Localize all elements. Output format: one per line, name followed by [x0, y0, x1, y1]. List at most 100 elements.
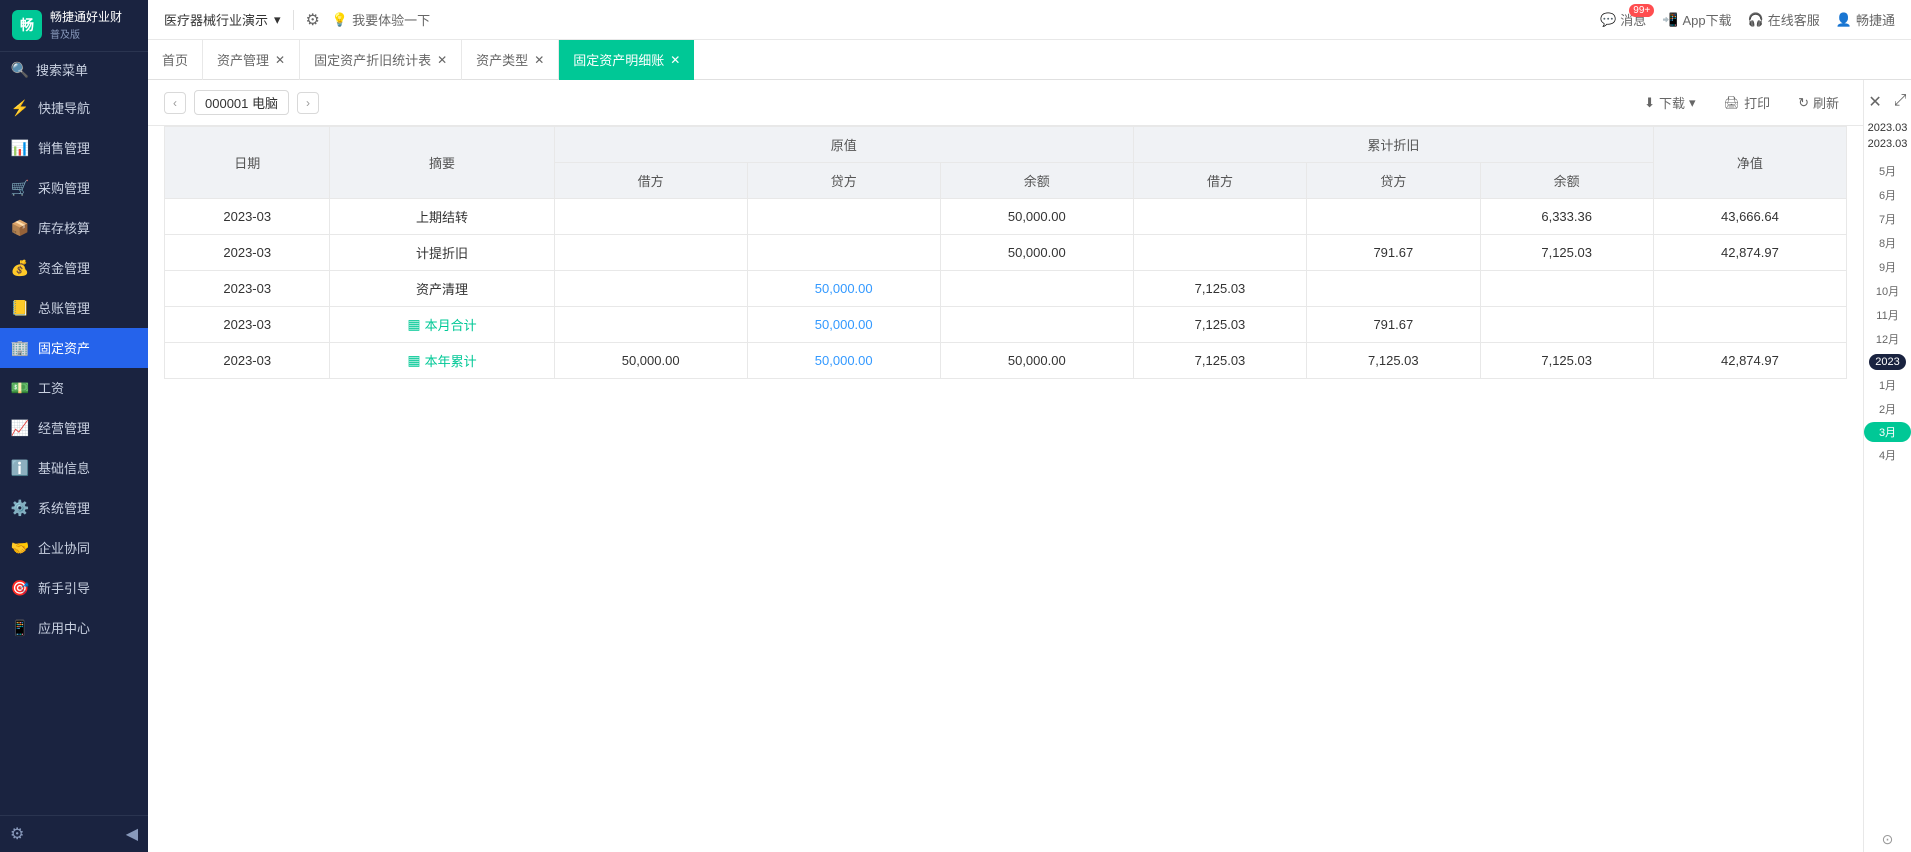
user-avatar[interactable]: 👤 畅捷通 — [1836, 10, 1895, 29]
experience-btn[interactable]: 💡 我要体验一下 — [332, 10, 430, 29]
col-orig-debit: 借方 — [554, 163, 747, 199]
ops-icon: 📈 — [10, 418, 30, 438]
cell-orig-debit — [554, 307, 747, 343]
tab-asset-mgmt[interactable]: 资产管理 ✕ — [203, 40, 300, 80]
col-acc-dep: 累计折旧 — [1133, 127, 1653, 163]
tab-depreciation-stat[interactable]: 固定资产折旧统计表 ✕ — [300, 40, 462, 80]
month-10[interactable]: 10月 — [1864, 280, 1911, 302]
tab-close-asset-type[interactable]: ✕ — [534, 53, 544, 67]
quick-nav-icon: ⚡ — [10, 98, 30, 118]
download-btn[interactable]: ⬇ 下载 ▾ — [1636, 89, 1703, 116]
month-2[interactable]: 2月 — [1864, 398, 1911, 420]
customer-service-btn[interactable]: 🎧 在线客服 — [1748, 10, 1820, 29]
cell-summary: ▦本年累计 — [330, 343, 554, 379]
month-4[interactable]: 4月 — [1864, 444, 1911, 466]
collapse-icon[interactable]: ◀ — [126, 824, 138, 844]
tab-asset-type[interactable]: 资产类型 ✕ — [462, 40, 559, 80]
tab-close-asset-detail[interactable]: ✕ — [670, 53, 680, 67]
sidebar-item-salary[interactable]: 💵 工资 — [0, 368, 148, 408]
company-name: 医疗器械行业演示 — [164, 10, 268, 29]
cell-orig-credit — [747, 235, 940, 271]
cell-orig-balance: 50,000.00 — [940, 235, 1133, 271]
panel-arrow-down[interactable]: ⊙ — [1878, 827, 1898, 852]
service-icon: 🎧 — [1748, 12, 1764, 28]
month-5[interactable]: 5月 — [1864, 160, 1911, 182]
sidebar-item-guide[interactable]: 🎯 新手引导 — [0, 568, 148, 608]
cell-acc-balance — [1480, 307, 1653, 343]
tab-asset-detail[interactable]: 固定资产明细账 ✕ — [559, 40, 694, 80]
sidebar-item-sales[interactable]: 📊 销售管理 — [0, 128, 148, 168]
cell-date: 2023-03 — [165, 307, 330, 343]
col-acc-credit: 贷方 — [1307, 163, 1480, 199]
panel-year-date1: 2023.03 — [1868, 120, 1908, 136]
prev-asset-btn[interactable]: ‹ — [164, 92, 186, 114]
print-btn[interactable]: 🖨 打印 — [1716, 89, 1779, 116]
month-9[interactable]: 9月 — [1864, 256, 1911, 278]
sidebar-item-app-center[interactable]: 📱 应用中心 — [0, 608, 148, 648]
sidebar-item-quick-nav[interactable]: ⚡ 快捷导航 — [0, 88, 148, 128]
panel-expand-btn[interactable]: ⤢ — [1890, 88, 1911, 116]
settings-bottom-icon[interactable]: ⚙ — [10, 824, 24, 844]
sidebar-item-basic-info[interactable]: ℹ️ 基础信息 — [0, 448, 148, 488]
right-panel: ✕ ⤢ 2023.03 2023.03 5月 6月 7月 8月 9月 10月 1… — [1863, 80, 1911, 852]
avatar-icon: 👤 — [1836, 12, 1852, 28]
cell-acc-credit: 791.67 — [1307, 235, 1480, 271]
sidebar-item-fixed-assets[interactable]: 🏢 固定资产 — [0, 328, 148, 368]
sidebar-item-enterprise[interactable]: 🤝 企业协同 — [0, 528, 148, 568]
cell-acc-debit: 7,125.03 — [1133, 343, 1306, 379]
company-selector[interactable]: 医疗器械行业演示 ▾ — [164, 10, 281, 29]
month-12[interactable]: 12月 — [1864, 328, 1911, 350]
dropdown-icon: ▾ — [274, 12, 281, 28]
print-icon: 🖨 — [1724, 95, 1741, 111]
fixed-assets-icon: 🏢 — [10, 338, 30, 358]
logo-icon: 畅 — [12, 10, 42, 40]
refresh-icon: ↻ — [1798, 95, 1809, 111]
message-btn[interactable]: 💬 消息 99+ — [1600, 10, 1646, 29]
guide-icon: 🎯 — [10, 578, 30, 598]
table-row: 2023-03 ▦本月合计 50,000.00 7,125.03 791.67 — [165, 307, 1847, 343]
next-asset-btn[interactable]: › — [297, 92, 319, 114]
sidebar-item-capital[interactable]: 💰 资金管理 — [0, 248, 148, 288]
cell-orig-debit — [554, 271, 747, 307]
app-download-btn[interactable]: 📲 App下载 — [1662, 10, 1731, 29]
month-7[interactable]: 7月 — [1864, 208, 1911, 230]
settings-icon[interactable]: ⚙ — [306, 10, 320, 30]
month-1[interactable]: 1月 — [1864, 374, 1911, 396]
asset-code: 000001 电脑 — [194, 90, 289, 115]
col-orig-balance: 余额 — [940, 163, 1133, 199]
tabbar: 首页 资产管理 ✕ 固定资产折旧统计表 ✕ 资产类型 ✕ 固定资产明细账 ✕ — [148, 40, 1911, 80]
sidebar-item-system[interactable]: ⚙️ 系统管理 — [0, 488, 148, 528]
col-net-value: 净值 — [1653, 127, 1846, 199]
panel-close-btn[interactable]: ✕ — [1864, 88, 1885, 116]
refresh-btn[interactable]: ↻ 刷新 — [1790, 89, 1847, 116]
cell-orig-credit — [747, 199, 940, 235]
cell-date: 2023-03 — [165, 199, 330, 235]
tab-close-depreciation-stat[interactable]: ✕ — [437, 53, 447, 67]
topbar: 医疗器械行业演示 ▾ ⚙ 💡 我要体验一下 💬 消息 99+ 📲 App下载 🎧… — [148, 0, 1911, 40]
sidebar-item-inventory[interactable]: 📦 库存核算 — [0, 208, 148, 248]
tab-close-asset-mgmt[interactable]: ✕ — [275, 53, 285, 67]
cell-acc-balance: 7,125.03 — [1480, 235, 1653, 271]
cell-acc-credit: 7,125.03 — [1307, 343, 1480, 379]
cell-acc-debit — [1133, 199, 1306, 235]
cell-acc-balance — [1480, 271, 1653, 307]
cell-net-value: 42,874.97 — [1653, 235, 1846, 271]
app-center-icon: 📱 — [10, 618, 30, 638]
sidebar-item-search[interactable]: 🔍 搜索菜单 — [0, 52, 148, 88]
tab-home[interactable]: 首页 — [148, 40, 203, 80]
table-row: 2023-03 资产清理 50,000.00 7,125.03 — [165, 271, 1847, 307]
month-11[interactable]: 11月 — [1864, 304, 1911, 326]
month-8[interactable]: 8月 — [1864, 232, 1911, 254]
sidebar-item-ledger[interactable]: 📒 总账管理 — [0, 288, 148, 328]
inventory-icon: 📦 — [10, 218, 30, 238]
sidebar-item-purchase[interactable]: 🛒 采购管理 — [0, 168, 148, 208]
month-6[interactable]: 6月 — [1864, 184, 1911, 206]
panel-year-date2: 2023.03 — [1868, 136, 1908, 152]
sidebar-item-ops[interactable]: 📈 经营管理 — [0, 408, 148, 448]
logo-text: 畅捷通好业财 普及版 — [50, 10, 122, 41]
month-3[interactable]: 3月 — [1864, 422, 1911, 442]
cell-net-value: 43,666.64 — [1653, 199, 1846, 235]
col-date: 日期 — [165, 127, 330, 199]
sidebar-bottom: ⚙ ◀ — [0, 815, 148, 852]
cell-orig-debit: 50,000.00 — [554, 343, 747, 379]
